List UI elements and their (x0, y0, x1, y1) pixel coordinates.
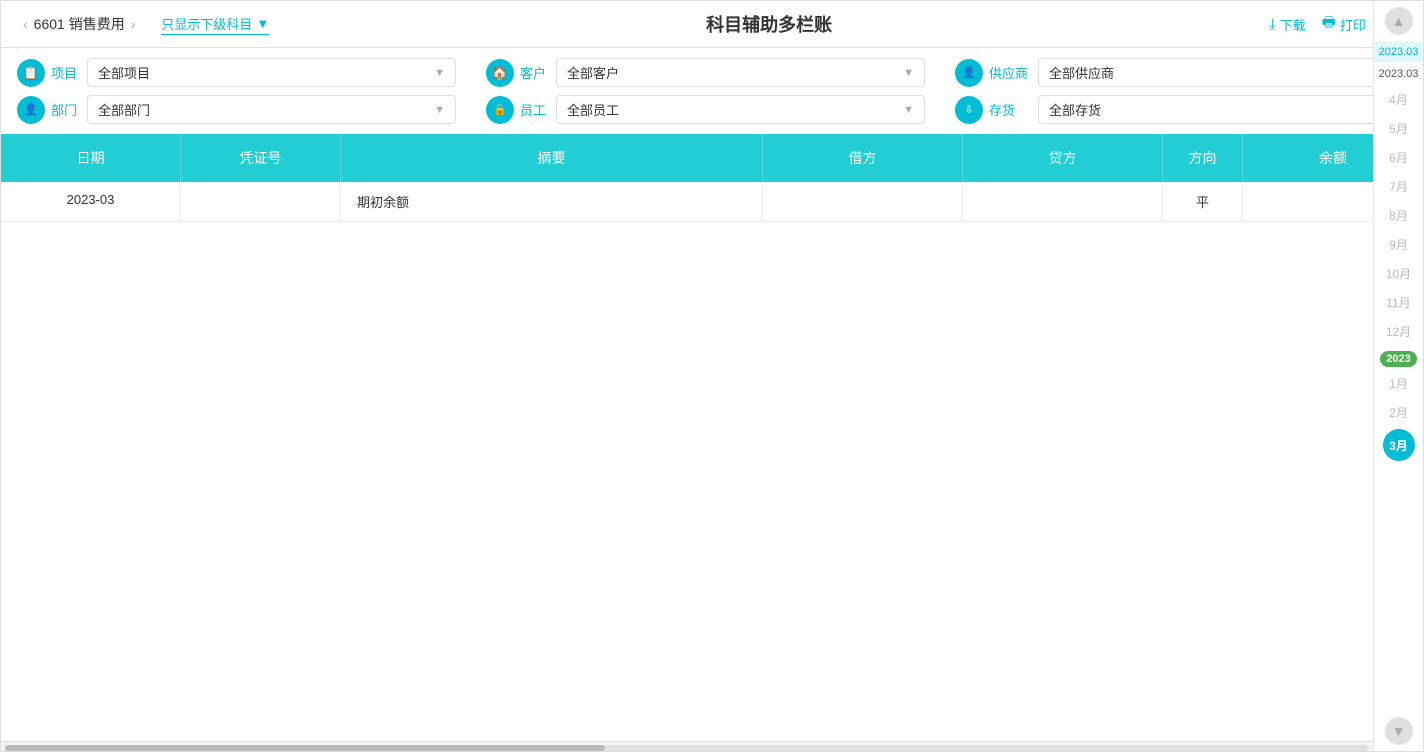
download-button[interactable]: ⤓ 下载 (1269, 15, 1306, 34)
month-item-8[interactable]: 8月 (1374, 201, 1423, 230)
department-value: 全部部门 (98, 100, 150, 119)
month-item-6[interactable]: 6月 (1374, 143, 1423, 172)
employee-select[interactable]: 全部员工 ▼ (556, 95, 925, 124)
employee-label-text: 员工 (520, 100, 546, 119)
col-date: 日期 (1, 134, 181, 182)
project-filter-label: 📋 项目 (17, 59, 77, 87)
customer-select[interactable]: 全部客户 ▼ (556, 58, 925, 87)
supplier-label-text: 供应商 (989, 63, 1028, 82)
col-direction: 方向 (1163, 134, 1243, 182)
inventory-select[interactable]: 全部存货 ▼ (1038, 95, 1407, 124)
inventory-value: 全部存货 (1049, 100, 1101, 119)
main-window: ‹ 6601 销售费用 › 只显示下级科目 ▼ 科目辅助多栏账 ⤓ 下载 🖶 打… (0, 0, 1424, 752)
project-arrow-icon: ▼ (434, 67, 445, 79)
scroll-down-icon[interactable]: ▼ (1385, 717, 1413, 741)
month-item-2[interactable]: 2月 (1374, 398, 1423, 427)
content-area: 日期 凭证号 摘要 借方 贷方 方向 余额 2023-03 期初余额 (1, 134, 1423, 741)
month-item-5[interactable]: 5月 (1374, 134, 1423, 143)
cell-credit (963, 182, 1163, 221)
supplier-filter-label: 👤 供应商 (935, 59, 1028, 87)
month-item-12[interactable]: 12月 (1374, 317, 1423, 346)
header: ‹ 6601 销售费用 › 只显示下级科目 ▼ 科目辅助多栏账 ⤓ 下载 🖶 打… (1, 1, 1423, 48)
department-select[interactable]: 全部部门 ▼ (87, 95, 456, 124)
year-badge: 2023 (1380, 351, 1416, 367)
scrollbar-thumb[interactable] (5, 745, 605, 751)
sidebar-scroll-down[interactable]: ▼ (1374, 711, 1423, 741)
cell-debit (763, 182, 963, 221)
col-credit: 贷方 (963, 134, 1163, 182)
print-button[interactable]: 🖶 打印 (1322, 12, 1366, 37)
prev-account-button[interactable]: ‹ (17, 14, 34, 34)
month-item-11[interactable]: 11月 (1374, 288, 1423, 317)
supplier-select[interactable]: 全部供应商 ▼ (1038, 58, 1407, 87)
project-label-text: 项目 (51, 63, 77, 82)
print-icon: 🖶 (1322, 12, 1336, 37)
customer-icon: 🏠 (486, 59, 514, 87)
horizontal-scrollbar[interactable] (1, 741, 1373, 752)
project-value: 全部项目 (98, 63, 150, 82)
customer-filter-label: 🏠 客户 (466, 59, 546, 87)
col-voucher: 凭证号 (181, 134, 341, 182)
department-label-text: 部门 (51, 100, 77, 119)
employee-arrow-icon: ▼ (903, 104, 914, 116)
customer-arrow-icon: ▼ (903, 67, 914, 79)
department-filter-label: 👤 部门 (17, 96, 77, 124)
col-debit: 借方 (763, 134, 963, 182)
month-item-3-selected[interactable]: 3月 (1383, 429, 1415, 461)
account-code-text: 6601 销售费用 (34, 14, 125, 34)
inventory-filter-label: ⇩ 存货 (935, 96, 1028, 124)
supplier-value: 全部供应商 (1049, 63, 1114, 82)
print-label: 打印 (1340, 15, 1366, 34)
month-item-1[interactable]: 1月 (1374, 369, 1423, 398)
project-select[interactable]: 全部项目 ▼ (87, 58, 456, 87)
page-title: 科目辅助多栏账 (269, 11, 1269, 37)
employee-value: 全部员工 (567, 100, 619, 119)
inventory-icon: ⇩ (955, 96, 983, 124)
month-item-7[interactable]: 7月 (1374, 172, 1423, 201)
account-code: 6601 销售费用 (34, 14, 125, 34)
show-sub-label: 只显示下级科目 (161, 14, 252, 33)
month-item-9[interactable]: 9月 (1374, 230, 1423, 259)
download-icon: ⤓ (1269, 16, 1276, 33)
table-area: 日期 凭证号 摘要 借方 贷方 方向 余额 2023-03 期初余额 (1, 134, 1423, 741)
next-account-button[interactable]: › (125, 14, 142, 34)
cell-date: 2023-03 (1, 182, 181, 221)
filters-area: 📋 项目 全部项目 ▼ 🏠 客户 全部客户 ▼ 👤 供应商 全部供应商 ▼ (1, 48, 1423, 134)
cell-voucher (181, 182, 341, 221)
inventory-label-text: 存货 (989, 100, 1015, 119)
download-label: 下载 (1280, 15, 1306, 34)
department-arrow-icon: ▼ (434, 104, 445, 116)
employee-filter-label: 🔒 员工 (466, 96, 546, 124)
customer-value: 全部客户 (567, 63, 619, 82)
col-summary: 摘要 (341, 134, 763, 182)
month-item-10[interactable]: 10月 (1374, 259, 1423, 288)
project-icon: 📋 (17, 59, 45, 87)
year-badge-container: 2023 (1374, 346, 1423, 369)
show-sub-arrow-icon: ▼ (256, 16, 269, 31)
employee-icon: 🔒 (486, 96, 514, 124)
scrollbar-track (5, 745, 1369, 751)
table-header: 日期 凭证号 摘要 借方 贷方 方向 余额 (1, 134, 1423, 182)
cell-direction: 平 (1163, 182, 1243, 221)
customer-label-text: 客户 (520, 63, 546, 82)
supplier-icon: 👤 (955, 59, 983, 87)
month-sidebar: ▲ 2023.03 2023.03 4月 5月 6月 7月 8月 9月 10月 … (1373, 134, 1423, 741)
table-body: 2023-03 期初余额 平 (1, 182, 1423, 222)
selected-month-container[interactable]: 3月 (1374, 427, 1423, 463)
department-icon: 👤 (17, 96, 45, 124)
cell-summary: 期初余额 (341, 182, 763, 221)
table-row: 2023-03 期初余额 平 (1, 182, 1423, 222)
show-sub-toggle[interactable]: 只显示下级科目 ▼ (161, 14, 269, 35)
